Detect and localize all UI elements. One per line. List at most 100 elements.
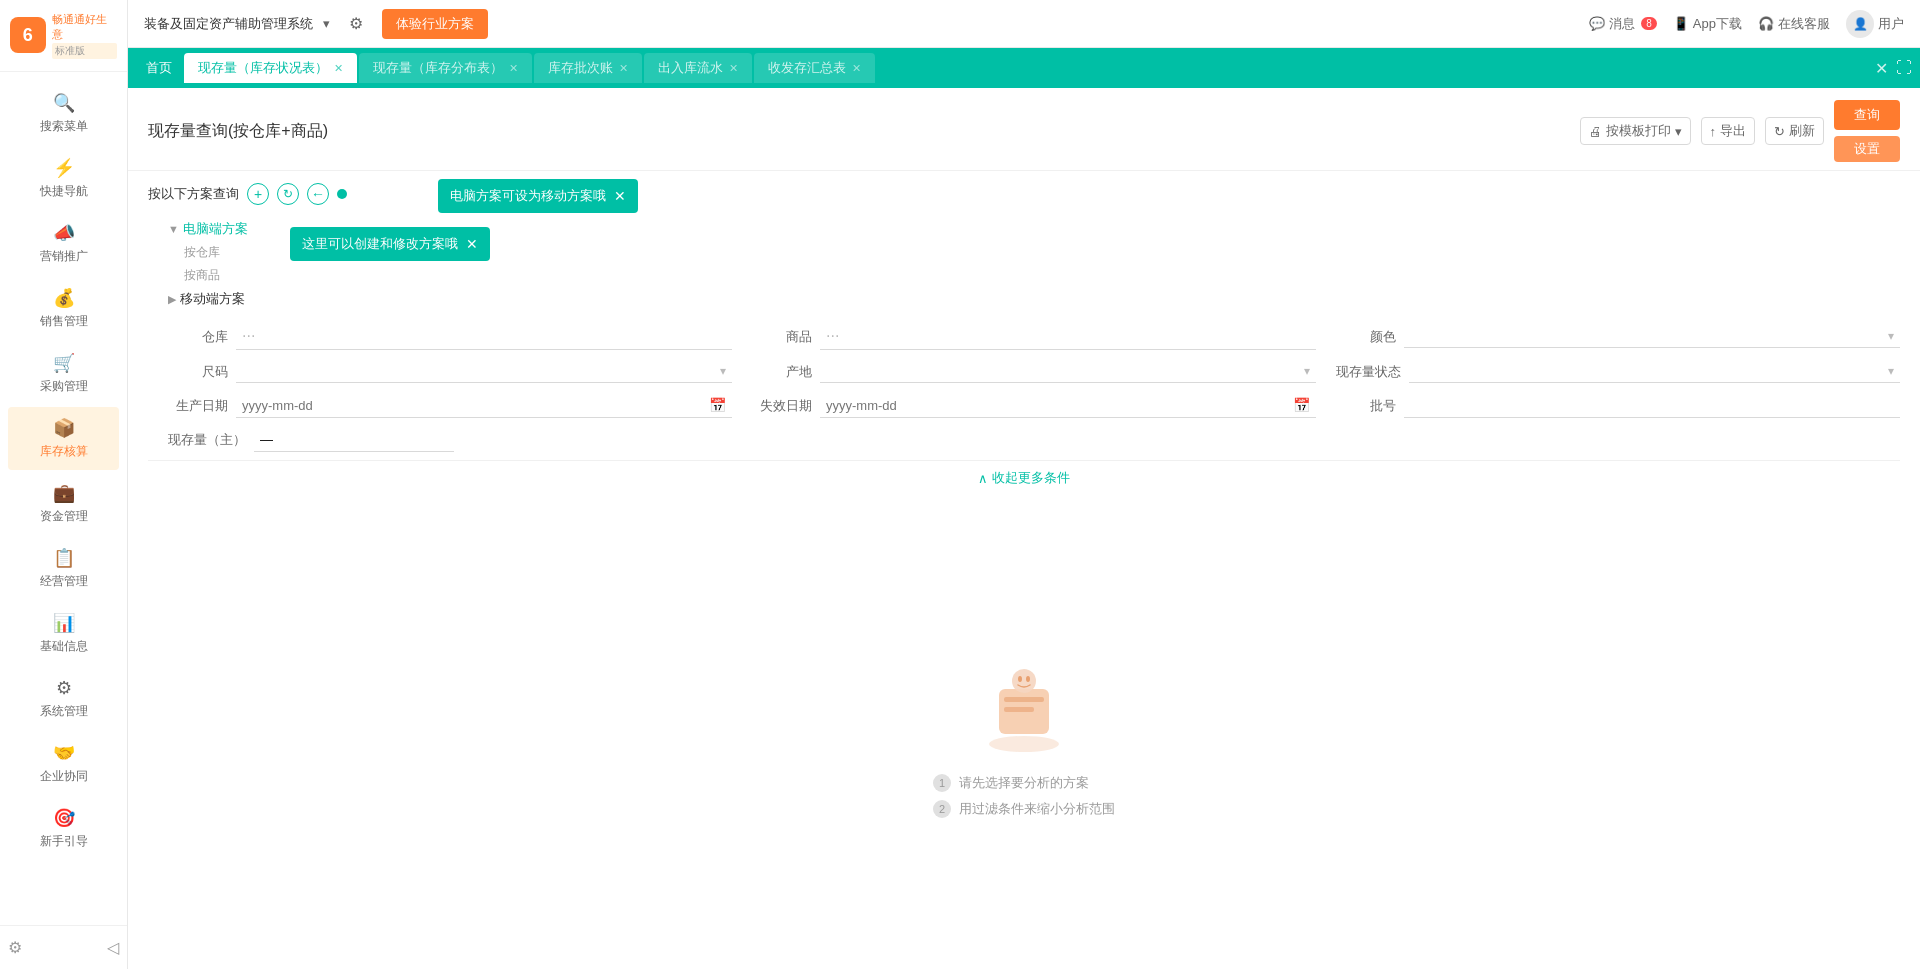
filter-row-1: 仓库 ··· 商品 ··· 颜色 ▾ <box>168 323 1900 350</box>
expire-date-field[interactable] <box>826 398 1293 413</box>
tab-inventory-dist[interactable]: 现存量（库存分布表） ✕ <box>359 53 532 83</box>
page-title-bar: 现存量查询(按仓库+商品) 🖨 按模板打印 ▾ ↑ 导出 ↻ 刷新 查询 设置 <box>128 88 1920 171</box>
collapse-bar[interactable]: ∧ 收起更多条件 <box>148 460 1900 495</box>
filter-field-warehouse: 仓库 ··· <box>168 323 732 350</box>
tab-fullscreen-icon[interactable]: ⛶ <box>1896 59 1912 78</box>
filter-field-batch: 批号 <box>1336 393 1900 418</box>
page-title: 现存量查询(按仓库+商品) <box>148 121 328 142</box>
color-dropdown-icon[interactable]: ▾ <box>1888 329 1894 343</box>
export-icon: ↑ <box>1710 124 1717 139</box>
goods-select[interactable]: ··· <box>820 323 1316 350</box>
export-button[interactable]: ↑ 导出 <box>1701 117 1756 145</box>
empty-state: 1 请先选择要分析的方案 2 用过滤条件来缩小分析范围 <box>128 507 1920 969</box>
sidebar-item-quick-nav[interactable]: ⚡ 快捷导航 <box>8 147 119 210</box>
quick-nav-icon: ⚡ <box>53 157 75 179</box>
size-dropdown-icon[interactable]: ▾ <box>720 364 726 378</box>
origin-select[interactable]: ▾ <box>820 360 1316 383</box>
warehouse-select[interactable]: ··· <box>236 323 732 350</box>
page-content: 现存量查询(按仓库+商品) 🖨 按模板打印 ▾ ↑ 导出 ↻ 刷新 查询 设置 <box>128 88 1920 969</box>
sidebar-item-basic[interactable]: 📊 基础信息 <box>8 602 119 665</box>
scheme-tree-mobile[interactable]: ▶ 移动端方案 <box>168 287 1900 311</box>
settings-bottom-icon[interactable]: ⚙ <box>8 938 22 957</box>
stock-status-dropdown-icon[interactable]: ▾ <box>1888 364 1894 378</box>
filter-refresh-button[interactable]: ↻ <box>277 183 299 205</box>
tab-close-icon[interactable]: ✕ <box>852 62 861 75</box>
sidebar-item-label: 快捷导航 <box>40 183 88 200</box>
filter-header: 按以下方案查询 + ↻ ← <box>148 183 1900 205</box>
origin-dropdown-icon[interactable]: ▾ <box>1304 364 1310 378</box>
tooltip2-close-icon[interactable]: ✕ <box>466 236 478 252</box>
color-label: 颜色 <box>1336 328 1396 346</box>
tab-close-icon[interactable]: ✕ <box>619 62 628 75</box>
dots-icon[interactable]: ··· <box>826 327 839 345</box>
system-selector[interactable]: ▾ <box>323 16 330 31</box>
system-name: 装备及固定资产辅助管理系统 <box>144 15 313 33</box>
tab-close-all-icon[interactable]: ✕ <box>1875 59 1888 78</box>
logo-text: 畅通通好生意 <box>52 12 117 43</box>
tab-close-icon[interactable]: ✕ <box>509 62 518 75</box>
size-select[interactable]: ▾ <box>236 360 732 383</box>
logo-tag: 标准版 <box>52 43 117 59</box>
empty-tip-2: 2 用过滤条件来缩小分析范围 <box>933 800 1115 818</box>
filter-row-3: 生产日期 📅 失效日期 📅 批号 <box>168 393 1900 418</box>
message-button[interactable]: 💬 消息 8 <box>1589 15 1657 33</box>
app-download-button[interactable]: 📱 App下载 <box>1673 15 1742 33</box>
filter-back-button[interactable]: ← <box>307 183 329 205</box>
calendar-icon[interactable]: 📅 <box>709 397 726 413</box>
sidebar-item-finance[interactable]: 💼 资金管理 <box>8 472 119 535</box>
system-icon: ⚙ <box>56 677 72 699</box>
range-dash: — <box>260 432 273 447</box>
sidebar-item-marketing[interactable]: 📣 营销推广 <box>8 212 119 275</box>
sub-item2-label: 按商品 <box>184 267 220 284</box>
empty-tip-1: 1 请先选择要分析的方案 <box>933 774 1115 792</box>
print-button[interactable]: 🖨 按模板打印 ▾ <box>1580 117 1691 145</box>
empty-illustration <box>974 659 1074 762</box>
set-button[interactable]: 设置 <box>1834 136 1900 162</box>
tab-bar: 首页 现存量（库存状况表） ✕ 现存量（库存分布表） ✕ 库存批次账 ✕ 出入库… <box>128 48 1920 88</box>
collapse-sidebar-icon[interactable]: ◁ <box>107 938 119 957</box>
expire-date-label: 失效日期 <box>752 397 812 415</box>
filter-add-button[interactable]: + <box>247 183 269 205</box>
tab-close-icon[interactable]: ✕ <box>334 62 343 75</box>
tooltip1-close-icon[interactable]: ✕ <box>614 188 626 204</box>
sidebar-item-label: 采购管理 <box>40 378 88 395</box>
sidebar-item-enterprise[interactable]: 🤝 企业协同 <box>8 732 119 795</box>
tip-num-2: 2 <box>933 800 951 818</box>
sidebar-item-sales[interactable]: 💰 销售管理 <box>8 277 119 340</box>
batch-input[interactable] <box>1404 394 1900 418</box>
search-button[interactable]: 查询 <box>1834 100 1900 130</box>
dots-icon[interactable]: ··· <box>242 327 255 345</box>
printer-icon: 🖨 <box>1589 124 1602 139</box>
sidebar-item-purchase[interactable]: 🛒 采购管理 <box>8 342 119 405</box>
tab-home[interactable]: 首页 <box>136 53 182 83</box>
online-support-button[interactable]: 🎧 在线客服 <box>1758 15 1830 33</box>
filter-area: 按以下方案查询 + ↻ ← 电脑方案可设为移动方案哦 ✕ ▼ 电脑端方案 这里可… <box>128 171 1920 507</box>
stock-qty-label: 现存量（主） <box>168 431 246 449</box>
expire-date-input[interactable]: 📅 <box>820 393 1316 418</box>
sidebar-item-operations[interactable]: 📋 经营管理 <box>8 537 119 600</box>
tab-close-icon[interactable]: ✕ <box>729 62 738 75</box>
tab-in-out-flow[interactable]: 出入库流水 ✕ <box>644 53 752 83</box>
scheme-tree-arrow-icon: ▼ <box>168 223 179 235</box>
calendar2-icon[interactable]: 📅 <box>1293 397 1310 413</box>
user-menu[interactable]: 👤 用户 <box>1846 10 1904 38</box>
sidebar-item-label: 新手引导 <box>40 833 88 850</box>
sidebar-item-label: 搜索菜单 <box>40 118 88 135</box>
avatar: 👤 <box>1846 10 1874 38</box>
refresh-button[interactable]: ↻ 刷新 <box>1765 117 1824 145</box>
tab-receive-send[interactable]: 收发存汇总表 ✕ <box>754 53 875 83</box>
produce-date-input[interactable]: 📅 <box>236 393 732 418</box>
sidebar-item-guide[interactable]: 🎯 新手引导 <box>8 797 119 860</box>
tab-batch-account[interactable]: 库存批次账 ✕ <box>534 53 642 83</box>
message-icon: 💬 <box>1589 16 1605 31</box>
sidebar-item-search[interactable]: 🔍 搜索菜单 <box>8 82 119 145</box>
produce-date-field[interactable] <box>242 398 709 413</box>
filter-field-origin: 产地 ▾ <box>752 360 1316 383</box>
tab-inventory-status[interactable]: 现存量（库存状况表） ✕ <box>184 53 357 83</box>
sidebar-item-system[interactable]: ⚙ 系统管理 <box>8 667 119 730</box>
trial-button[interactable]: 体验行业方案 <box>382 9 488 39</box>
settings-button[interactable]: ⚙ <box>340 8 372 40</box>
stock-status-select[interactable]: ▾ <box>1409 360 1900 383</box>
sidebar-item-inventory[interactable]: 📦 库存核算 <box>8 407 119 470</box>
color-select[interactable]: ▾ <box>1404 325 1900 348</box>
